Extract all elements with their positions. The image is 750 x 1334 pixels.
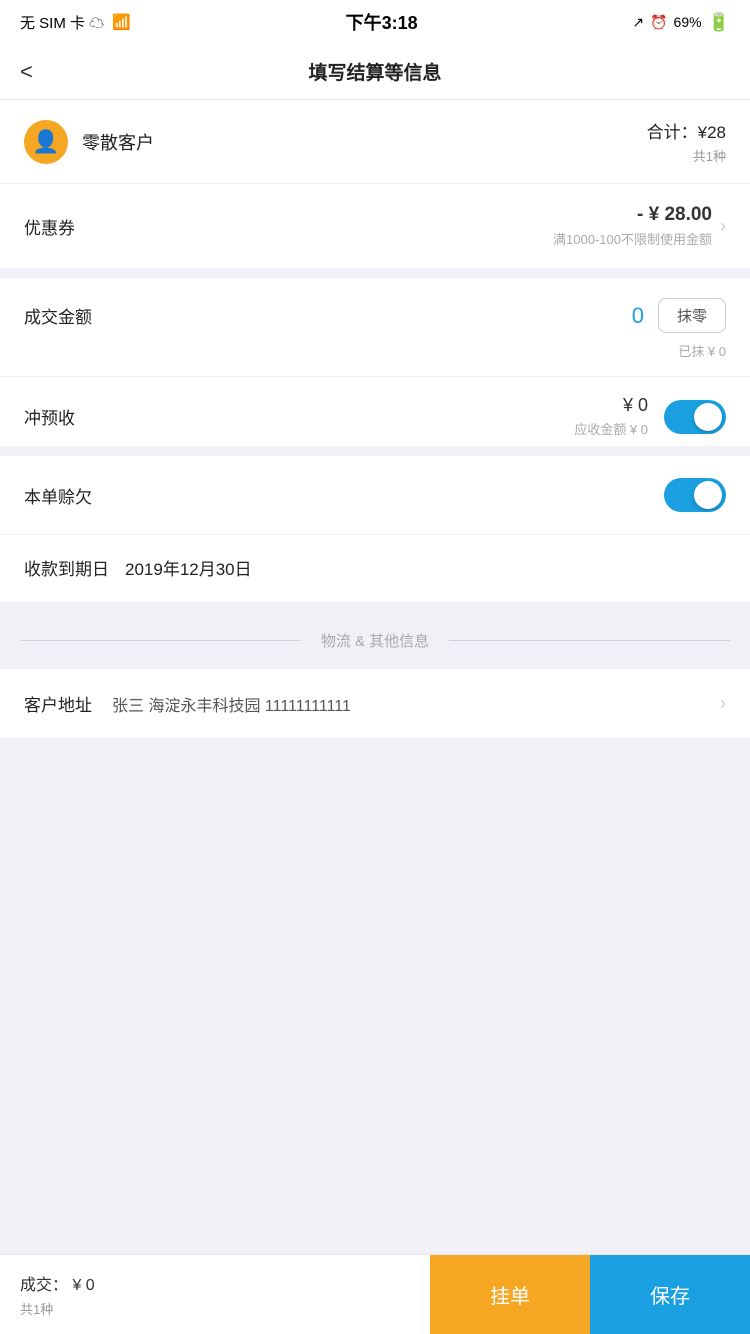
prepay-toggle[interactable] [664,400,726,434]
address-label: 客户地址 [24,691,92,716]
coupon-row[interactable]: 优惠券 - ¥ 28.00 满1000-100不限制使用金额 › [0,183,750,268]
page-title: 填写结算等信息 [308,58,441,85]
debt-section: 本单赊欠 收款到期日 2019年12月30日 [0,456,750,602]
total-amount: 合计：¥28 [647,118,726,143]
bottom-deal-label: 成交： ¥ 0 [20,1271,410,1295]
deal-right: 0 抹零 [632,298,726,333]
prepay-right: ¥ 0 应收金额 ¥ 0 [574,395,726,438]
status-right: ↗ ⏰ 69% 🔋 [632,12,730,33]
location-icon: ↗ [632,14,644,31]
back-button[interactable]: < [20,59,33,85]
status-left: 无 SIM 卡 ☁ 📶 [20,12,131,33]
prepay-amount: ¥ 0 [574,395,648,416]
coupon-discount: - ¥ 28.00 [553,204,712,226]
debt-toggle[interactable] [664,478,726,512]
alarm-icon: ⏰ [650,14,667,31]
status-bar: 无 SIM 卡 ☁ 📶 下午3:18 ↗ ⏰ 69% 🔋 [0,0,750,44]
divider-line-left [20,640,301,641]
coupon-desc: 满1000-100不限制使用金额 [553,229,712,248]
divider-text: 物流 & 其他信息 [321,630,429,651]
customer-row: 👤 零散客户 合计：¥28 共1种 [0,100,750,183]
coupon-right: - ¥ 28.00 满1000-100不限制使用金额 › [553,204,726,248]
divider-section: 物流 & 其他信息 [0,612,750,669]
deal-row: 成交金额 0 抹零 [0,278,750,341]
save-button[interactable]: 保存 [590,1255,750,1334]
hang-button[interactable]: 挂单 [430,1255,590,1334]
status-time: 下午3:18 [346,9,418,35]
debt-label: 本单赊欠 [24,483,92,508]
prepay-value: ¥ 0 应收金额 ¥ 0 [574,395,648,438]
bottom-info: 成交： ¥ 0 共1种 [0,1255,430,1334]
empty-space [0,748,750,948]
divider-line-right [449,640,730,641]
prepay-label: 冲预收 [24,404,75,429]
customer-section: 👤 零散客户 合计：¥28 共1种 优惠券 - ¥ 28.00 满1000-10… [0,100,750,268]
due-date: 2019年12月30日 [125,555,252,580]
address-row[interactable]: 客户地址 张三 海淀永丰科技园 11111111111 › [0,669,750,738]
debt-row: 本单赊欠 [0,456,750,534]
prepay-row: 冲预收 ¥ 0 应收金额 ¥ 0 [0,376,750,446]
customer-name: 零散客户 [82,129,154,155]
deal-section: 成交金额 0 抹零 已抹 ¥ 0 冲预收 ¥ 0 应收金额 ¥ 0 [0,278,750,446]
avatar: 👤 [24,120,68,164]
battery-icon: 🔋 [708,12,730,33]
prepay-sub: 应收金额 ¥ 0 [574,419,648,438]
chevron-right-icon: › [720,216,726,237]
bottom-count-label: 共1种 [20,1299,410,1318]
coupon-value: - ¥ 28.00 满1000-100不限制使用金额 [553,204,712,248]
bottom-bar: 成交： ¥ 0 共1种 挂单 保存 [0,1254,750,1334]
wifi-icon: 📶 [112,13,131,31]
round-button[interactable]: 抹零 [658,298,726,333]
total-count: 共1种 [647,146,726,165]
due-date-row: 收款到期日 2019年12月30日 [0,534,750,602]
battery-text: 69% [674,14,702,30]
customer-total: 合计：¥28 共1种 [647,118,726,165]
chevron-right-icon: › [720,693,726,714]
deal-sub: 已抹 ¥ 0 [0,341,750,376]
customer-info: 👤 零散客户 [24,120,154,164]
due-label: 收款到期日 [24,555,109,580]
nav-bar: < 填写结算等信息 [0,44,750,100]
deal-label: 成交金额 [24,303,92,328]
sim-text: 无 SIM 卡 ☁ [20,12,104,33]
address-chevron: › [720,693,726,714]
coupon-label: 优惠券 [24,214,75,239]
address-section: 客户地址 张三 海淀永丰科技园 11111111111 › [0,669,750,738]
address-value: 张三 海淀永丰科技园 11111111111 [112,692,720,716]
deal-amount: 0 [632,303,644,329]
